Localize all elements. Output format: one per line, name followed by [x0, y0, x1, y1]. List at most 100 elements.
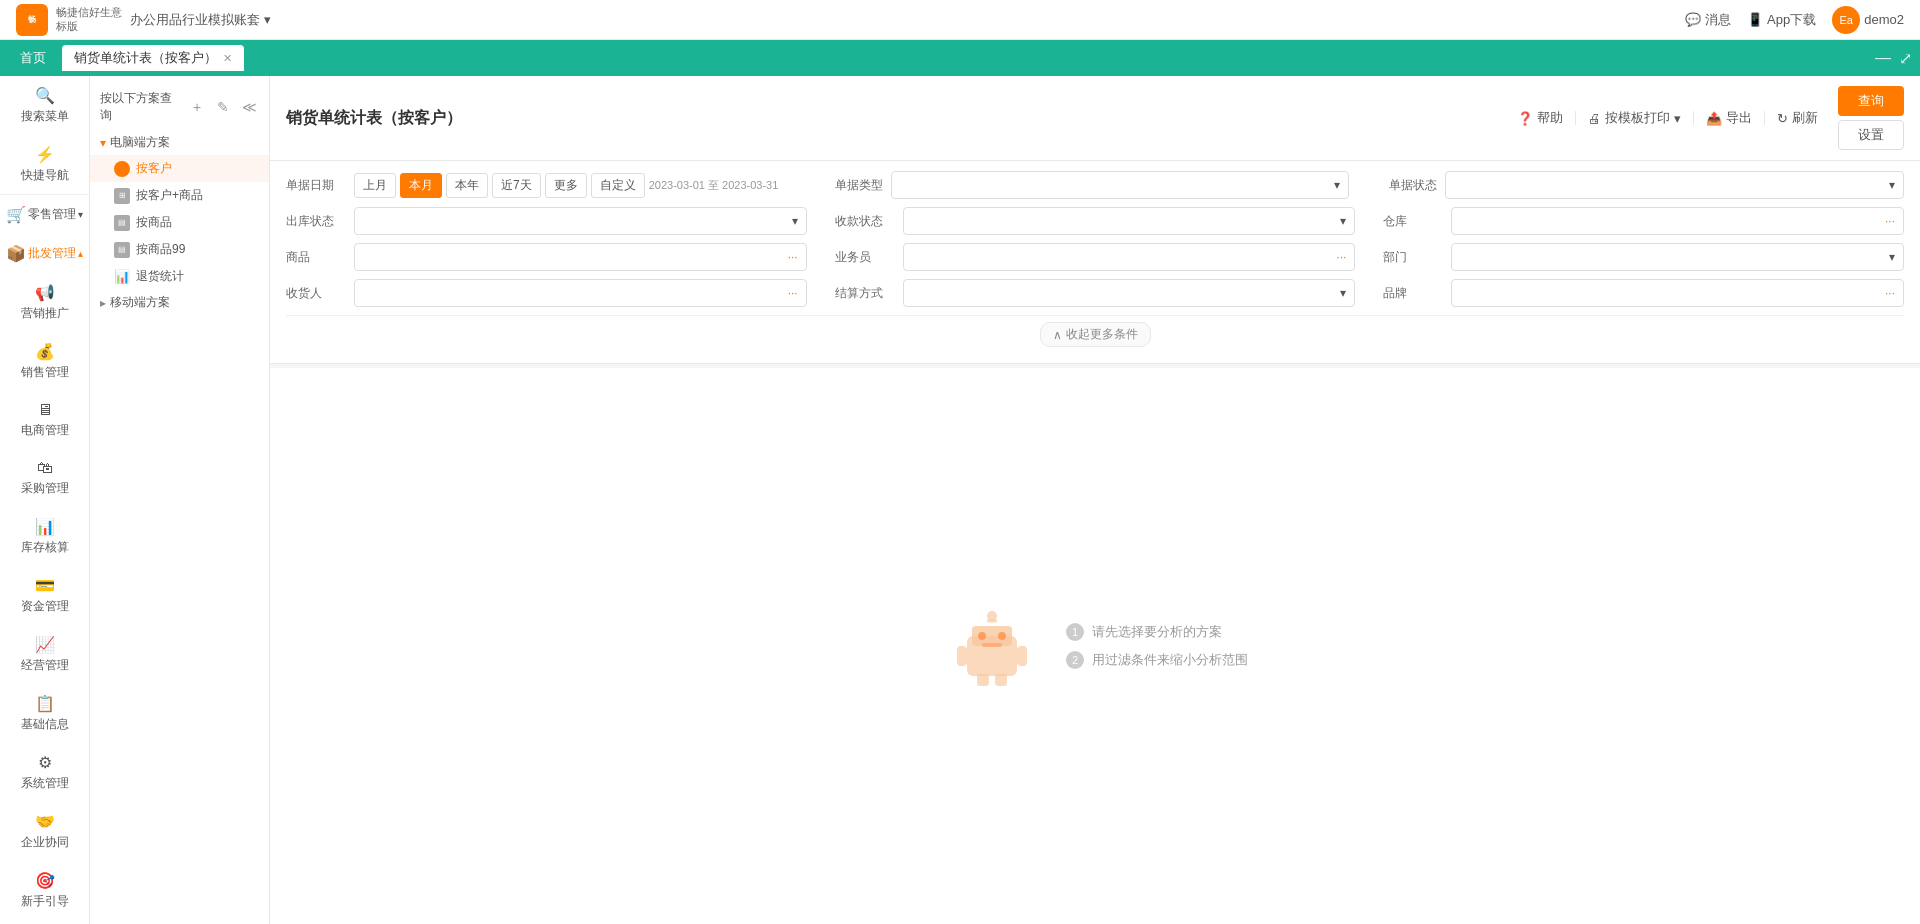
- sidebar-item-inventory[interactable]: 📊 库存核算: [0, 507, 89, 566]
- sidebar-item-cooperation[interactable]: 🤝 企业协同: [0, 802, 89, 861]
- sidebar-item-finance[interactable]: 💳 资金管理: [0, 566, 89, 625]
- filter-area: 单据日期 上月 本月 本年 近7天 更多 自定义 2023-03-01 至 20…: [270, 161, 1920, 364]
- scheme-item-return-stats[interactable]: 📊 退货统计: [90, 263, 269, 290]
- dept-select[interactable]: ▾: [1451, 243, 1904, 271]
- docstatus-select[interactable]: ▾: [1445, 171, 1904, 199]
- tab-report[interactable]: 销货单统计表（按客户） ✕: [62, 45, 244, 71]
- minimize-button[interactable]: —: [1875, 49, 1891, 68]
- tip-num-1: 1: [1066, 623, 1084, 641]
- marketing-icon: 📢: [35, 283, 55, 302]
- sidebar-item-retail[interactable]: 🛒 零售管理 ▾: [0, 195, 89, 234]
- scheme-item-by-goods[interactable]: ▤ 按商品: [90, 209, 269, 236]
- date-custom[interactable]: 自定义: [591, 173, 645, 198]
- collapse-filters-button[interactable]: ∧ 收起更多条件: [1040, 322, 1151, 347]
- retail-icon: 🛒: [6, 205, 26, 224]
- sidebar-item-ecommerce[interactable]: 🖥 电商管理: [0, 391, 89, 449]
- empty-content: 1 请先选择要分析的方案 2 用过滤条件来缩小分析范围: [942, 596, 1248, 696]
- sidebar-item-newguide[interactable]: 🎯 新手引导: [0, 861, 89, 920]
- purchase-icon: 🛍: [37, 459, 53, 477]
- scheme-item-by-goods-99[interactable]: ▤ 按商品99: [90, 236, 269, 263]
- query-button[interactable]: 查询: [1838, 86, 1904, 116]
- filter-row-3: 商品 ··· 业务员 ··· 部门 ▾: [286, 243, 1904, 271]
- basic-icon: 📋: [35, 694, 55, 713]
- top-header: 畅 畅捷信好生意 标版 办公用品行业模拟账套 ▾ 💬 消息 📱 App下载 Ea…: [0, 0, 1920, 40]
- date-more[interactable]: 更多: [545, 173, 587, 198]
- receiver-select[interactable]: ···: [354, 279, 807, 307]
- help-button[interactable]: ❓ 帮助: [1517, 109, 1563, 127]
- sidebar-item-sales[interactable]: 💰 销售管理: [0, 332, 89, 391]
- sidebar-item-search[interactable]: 🔍 搜索菜单: [0, 76, 89, 135]
- scheme-group-desktop[interactable]: ▾ 电脑端方案: [90, 130, 269, 155]
- brand-select[interactable]: ···: [1451, 279, 1904, 307]
- payment-label: 收款状态: [835, 213, 895, 230]
- retail-arrow: ▾: [78, 209, 83, 220]
- sidebar-item-wholesale[interactable]: 📦 批发管理 ▴: [0, 234, 89, 273]
- scheme-item-icon-goods99: ▤: [114, 242, 130, 258]
- scheme-add-button[interactable]: +: [187, 97, 207, 117]
- doctype-select[interactable]: ▾: [891, 171, 1350, 199]
- svg-point-3: [998, 632, 1006, 640]
- salesperson-dots: ···: [1336, 250, 1346, 264]
- user-profile[interactable]: Ea demo2: [1832, 6, 1904, 34]
- sidebar-item-marketing[interactable]: 📢 营销推广: [0, 273, 89, 332]
- chevron-right-icon: ▸: [100, 296, 106, 310]
- tab-close-icon[interactable]: ✕: [223, 53, 232, 64]
- filter-row-2: 出库状态 ▾ 收款状态 ▾ 仓库 ···: [286, 207, 1904, 235]
- print-icon: 🖨: [1588, 111, 1601, 126]
- help-icon: ❓: [1517, 111, 1533, 126]
- sidebar: 🔍 搜索菜单 ⚡ 快捷导航 🛒 零售管理 ▾ 📦 批发管理 ▴ 📢 营销推广 💰…: [0, 76, 90, 924]
- settlement-select[interactable]: ▾: [903, 279, 1356, 307]
- cooperation-icon: 🤝: [35, 812, 55, 831]
- export-icon: 📤: [1706, 111, 1722, 126]
- tab-home[interactable]: 首页: [8, 45, 58, 71]
- salesperson-select[interactable]: ···: [903, 243, 1356, 271]
- payment-select[interactable]: ▾: [903, 207, 1356, 235]
- date-last-7[interactable]: 近7天: [492, 173, 541, 198]
- goods-select[interactable]: ···: [354, 243, 807, 271]
- outbound-select[interactable]: ▾: [354, 207, 807, 235]
- dept-arrow: ▾: [1889, 250, 1895, 264]
- scheme-item-by-customer-goods[interactable]: ⊞ 按客户+商品: [90, 182, 269, 209]
- svg-point-2: [978, 632, 986, 640]
- date-this-month[interactable]: 本月: [400, 173, 442, 198]
- app-selector[interactable]: 办公用品行业模拟账套 ▾: [130, 11, 271, 29]
- brand-label: 品牌: [1383, 285, 1443, 302]
- doctype-arrow: ▾: [1334, 178, 1340, 192]
- messages-button[interactable]: 💬 消息: [1685, 11, 1731, 29]
- receiver-label: 收货人: [286, 285, 346, 302]
- scheme-edit-button[interactable]: ✎: [213, 97, 233, 117]
- sidebar-item-purchase[interactable]: 🛍 采购管理: [0, 449, 89, 507]
- maximize-button[interactable]: ⤢: [1899, 49, 1912, 68]
- salesperson-label: 业务员: [835, 249, 895, 266]
- sidebar-item-appcenter[interactable]: 📱 应用中心: [0, 920, 89, 924]
- warehouse-dots: ···: [1885, 214, 1895, 228]
- settings-button[interactable]: 设置: [1838, 120, 1904, 150]
- doctype-label: 单据类型: [823, 177, 883, 194]
- collapse-row: ∧ 收起更多条件: [286, 315, 1904, 353]
- warehouse-select[interactable]: ···: [1451, 207, 1904, 235]
- refresh-button[interactable]: ↻ 刷新: [1777, 109, 1818, 127]
- date-this-year[interactable]: 本年: [446, 173, 488, 198]
- date-last-month[interactable]: 上月: [354, 173, 396, 198]
- operations-icon: 📈: [35, 635, 55, 654]
- template-print-button[interactable]: 🖨 按模板打印 ▾: [1588, 109, 1681, 127]
- scheme-item-by-customer[interactable]: 按客户: [90, 155, 269, 182]
- download-icon: 📱: [1747, 12, 1763, 27]
- export-button[interactable]: 📤 导出: [1706, 109, 1752, 127]
- tab-bar: 首页 销货单统计表（按客户） ✕ — ⤢: [0, 40, 1920, 76]
- app-download-button[interactable]: 📱 App下载: [1747, 11, 1816, 29]
- system-icon: ⚙: [38, 753, 52, 772]
- sidebar-item-operations[interactable]: 📈 经营管理: [0, 625, 89, 684]
- edit-icon: ✎: [217, 99, 229, 115]
- logo-icon: 畅: [16, 4, 48, 36]
- scheme-group-mobile[interactable]: ▸ 移动端方案: [90, 290, 269, 315]
- scheme-panel: 按以下方案查询 + ✎ ≪ ▾ 电脑端方案 按客户 ⊞: [90, 76, 270, 924]
- print-arrow-icon: ▾: [1674, 111, 1681, 126]
- inventory-icon: 📊: [35, 517, 55, 536]
- scheme-collapse-button[interactable]: ≪: [239, 97, 259, 117]
- sidebar-item-system[interactable]: ⚙ 系统管理: [0, 743, 89, 802]
- sidebar-item-quicknav[interactable]: ⚡ 快捷导航: [0, 135, 89, 194]
- ecommerce-icon: 🖥: [37, 401, 53, 419]
- sidebar-item-basic[interactable]: 📋 基础信息: [0, 684, 89, 743]
- report-actions: ❓ 帮助 🖨 按模板打印 ▾ 📤 导出: [1517, 86, 1904, 150]
